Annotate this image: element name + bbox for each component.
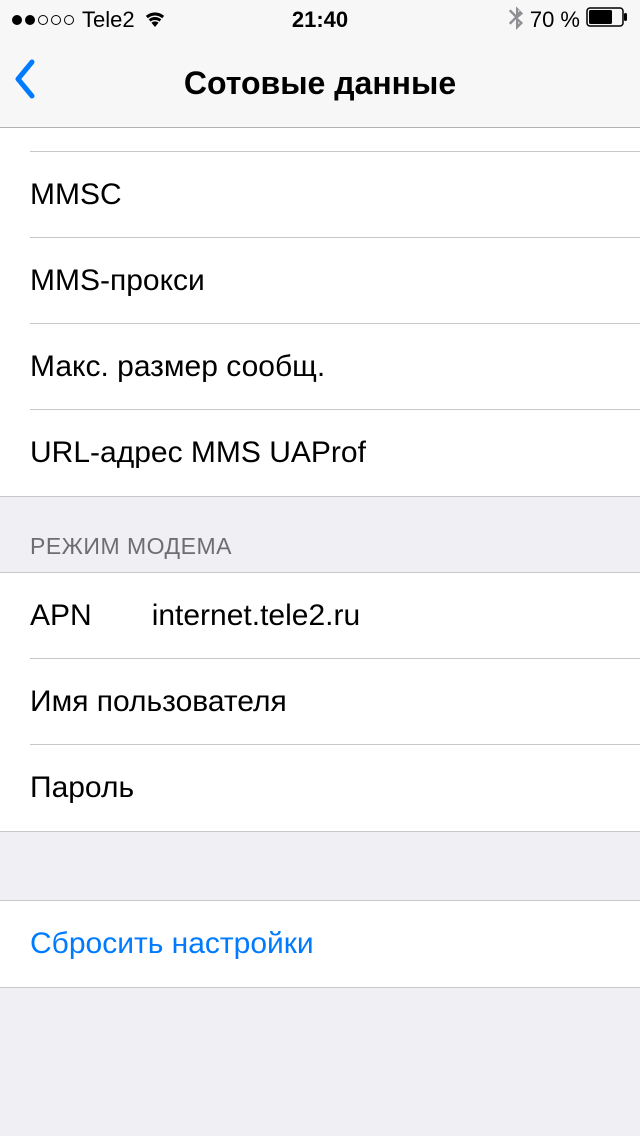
cell-password[interactable]: Пароль <box>0 745 640 831</box>
cell-max-size[interactable]: Макс. размер сообщ. <box>0 324 640 410</box>
page-title: Сотовые данные <box>184 65 456 102</box>
group-reset: Сбросить настройки <box>0 900 640 988</box>
cell-label: MMSC <box>30 178 122 212</box>
reset-label: Сбросить настройки <box>30 927 314 961</box>
battery-icon <box>586 7 628 33</box>
wifi-icon <box>143 7 167 33</box>
reset-button[interactable]: Сбросить настройки <box>0 901 640 987</box>
cell-value: internet.tele2.ru <box>152 599 360 633</box>
signal-strength-icon <box>12 15 74 25</box>
cell-mms-uaprof[interactable]: URL-адрес MMS UAProf <box>0 410 640 496</box>
group-mms: MMSC MMS-прокси Макс. размер сообщ. URL-… <box>0 128 640 497</box>
cell-mms-proxy[interactable]: MMS-прокси <box>0 238 640 324</box>
status-right: 70 % <box>508 4 628 36</box>
cell-username[interactable]: Имя пользователя <box>0 659 640 745</box>
group-header-modem: РЕЖИМ МОДЕМА <box>0 497 640 572</box>
spacer <box>0 832 640 900</box>
cell-label: MMS-прокси <box>30 264 205 298</box>
clock: 21:40 <box>292 7 348 33</box>
group-modem: APN internet.tele2.ru Имя пользователя П… <box>0 572 640 832</box>
cell-label: URL-адрес MMS UAProf <box>30 436 366 470</box>
status-bar: Tele2 21:40 70 % <box>0 0 640 40</box>
cell-label: APN <box>30 599 92 633</box>
content: MMSC MMS-прокси Макс. размер сообщ. URL-… <box>0 128 640 1136</box>
carrier-label: Tele2 <box>82 7 135 33</box>
battery-percentage: 70 % <box>530 7 580 33</box>
bluetooth-icon <box>508 4 524 36</box>
cell-mmsc[interactable]: MMSC <box>0 152 640 238</box>
cell-label: Макс. размер сообщ. <box>30 350 325 384</box>
cell-apn[interactable]: APN internet.tele2.ru <box>0 573 640 659</box>
cell-peek[interactable] <box>0 128 640 152</box>
nav-bar: Сотовые данные <box>0 40 640 128</box>
status-left: Tele2 <box>12 7 167 33</box>
cell-label: Имя пользователя <box>30 685 287 719</box>
cell-label: Пароль <box>30 771 134 805</box>
back-button[interactable] <box>12 58 36 109</box>
